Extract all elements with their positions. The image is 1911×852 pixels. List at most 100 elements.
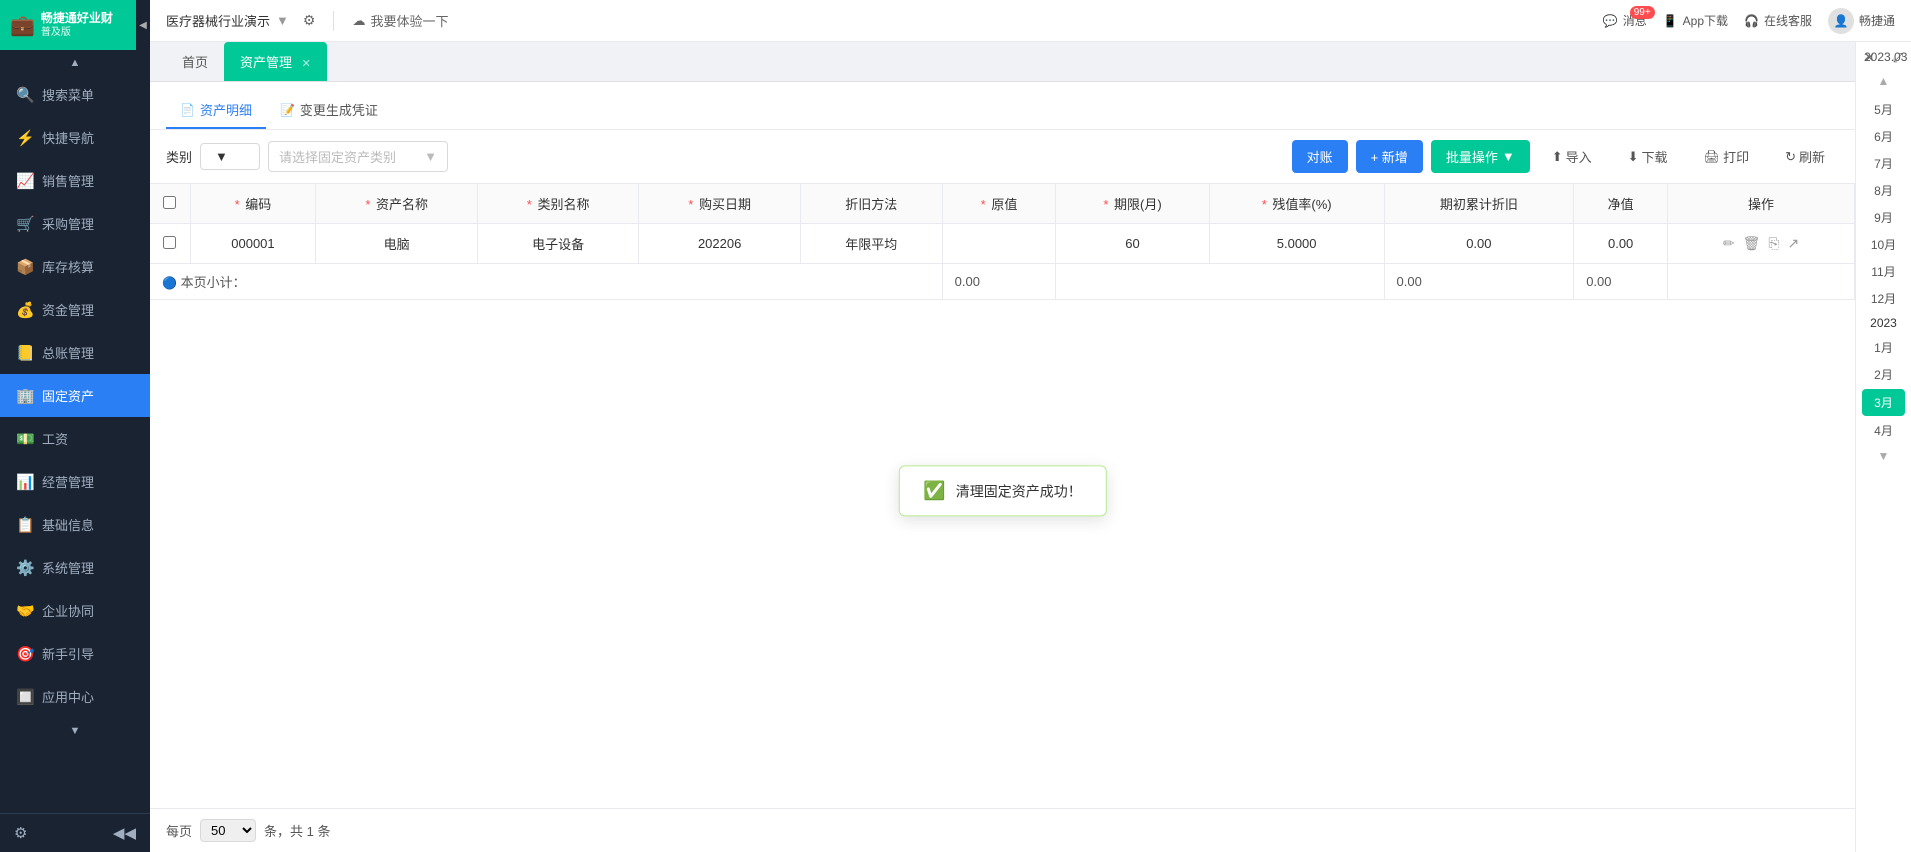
month-5[interactable]: 5月 [1856, 96, 1911, 123]
per-page-label: 每页 [166, 821, 192, 840]
copy-icon[interactable]: ⎘ [1768, 235, 1779, 252]
refresh-button[interactable]: ↻ 刷新 [1771, 141, 1839, 172]
header-name: * 资产名称 [316, 184, 477, 224]
sidebar-item-label: 新手引导 [42, 644, 94, 663]
sidebar-item-label: 基础信息 [42, 515, 94, 534]
more-icon[interactable]: ↗ [1788, 235, 1800, 252]
delete-icon[interactable]: 🗑 [1743, 235, 1761, 252]
avatar: 👤 [1828, 8, 1854, 34]
month-11[interactable]: 11月 [1856, 258, 1911, 285]
app-download-button[interactable]: 📱 App下载 [1663, 12, 1728, 29]
row-checkbox[interactable] [163, 236, 176, 249]
toolbar: 类别 ▼ 请选择固定资产类别 ▼ 对账 [150, 130, 1855, 184]
month-2[interactable]: 2月 [1856, 361, 1911, 388]
sidebar-item-operations[interactable]: 📊 经营管理 [0, 460, 150, 503]
messages-badge: 99+ [1630, 6, 1655, 19]
sidebar-scroll-up[interactable]: ▲ [0, 50, 150, 73]
category-input[interactable]: 请选择固定资产类别 ▼ [268, 141, 448, 172]
subtotal-actions-empty [1668, 264, 1855, 300]
home-tab-label: 首页 [182, 55, 208, 70]
toast-text: 清理固定资产成功！ [956, 481, 1082, 501]
tab-close-icon[interactable]: ✕ [302, 58, 311, 70]
sidebar-item-label: 搜索菜单 [42, 85, 94, 104]
sidebar-item-enterprise[interactable]: 🤝 企业协同 [0, 589, 150, 632]
sub-tab-asset-detail-label: 资产明细 [200, 100, 252, 119]
import-button[interactable]: ⬆ 导入 [1538, 141, 1606, 172]
company-selector[interactable]: 医疗器械行业演示 ▼ [166, 11, 289, 30]
month-1[interactable]: 1月 [1856, 334, 1911, 361]
sub-tab-change-voucher[interactable]: 📝 变更生成凭证 [266, 92, 392, 129]
month-12[interactable]: 12月 [1856, 285, 1911, 312]
action-icons: ✏ 🗑 ⎘ ↗ [1680, 235, 1842, 252]
customer-service-label: 在线客服 [1764, 12, 1812, 29]
message-icon: 💬 [1603, 14, 1618, 28]
sidebar-item-guide[interactable]: 🎯 新手引导 [0, 632, 150, 675]
print-button[interactable]: 🖨 打印 [1690, 141, 1764, 172]
sidebar-item-quick-nav[interactable]: ⚡ 快捷导航 [0, 116, 150, 159]
experience-button[interactable]: ☁ 我要体验一下 [352, 11, 448, 30]
tab-asset-management[interactable]: 资产管理 ✕ [224, 42, 327, 81]
refresh-icon: ↻ [1785, 149, 1796, 165]
per-page-select[interactable]: 10 20 50 100 [200, 819, 256, 842]
sidebar-item-ledger[interactable]: 📒 总账管理 [0, 331, 150, 374]
month-8[interactable]: 8月 [1856, 177, 1911, 204]
new-button[interactable]: + 新增 [1356, 140, 1423, 173]
sidebar-scroll-down[interactable]: ▼ [0, 718, 150, 741]
sidebar-item-payroll[interactable]: 💵 工资 [0, 417, 150, 460]
month-3-current[interactable]: 3月 [1862, 389, 1905, 416]
category-filter-label: 类别 [166, 147, 192, 166]
sidebar-item-label: 固定资产 [42, 386, 94, 405]
select-all-checkbox[interactable] [163, 196, 176, 209]
category-filter-select[interactable]: ▼ [200, 143, 260, 170]
sidebar-item-system[interactable]: ⚙️ 系统管理 [0, 546, 150, 589]
month-6[interactable]: 6月 [1856, 123, 1911, 150]
batch-ops-button[interactable]: 批量操作 ▼ [1431, 140, 1530, 173]
toolbar-right: 对账 + 新增 批量操作 ▼ ⬆ 导入 [1292, 140, 1839, 173]
month-9[interactable]: 9月 [1856, 204, 1911, 231]
topbar-divider [333, 11, 334, 31]
right-panel-header: ✕ 2023.03 ⤢ [1856, 50, 1911, 64]
fixed-assets-icon: 🏢 [16, 387, 34, 405]
row-purchase-date: 202206 [639, 224, 800, 264]
customer-service-button[interactable]: 🎧 在线客服 [1744, 12, 1812, 29]
base-info-icon: 📋 [16, 516, 34, 534]
right-panel-expand-icon[interactable]: ⤢ [1893, 50, 1903, 66]
messages-button[interactable]: 💬 消息 99+ [1603, 12, 1647, 29]
sidebar-item-search[interactable]: 🔍 搜索菜单 [0, 73, 150, 116]
ledger-icon: 📒 [16, 344, 34, 362]
sidebar-item-inventory[interactable]: 📦 库存核算 [0, 245, 150, 288]
company-settings-icon[interactable]: ⚙ [303, 12, 316, 29]
tab-bar: 首页 资产管理 ✕ [150, 42, 1855, 82]
sidebar-item-label: 采购管理 [42, 214, 94, 233]
row-code: 000001 [190, 224, 316, 264]
subtotal-net-value: 0.00 [1574, 264, 1668, 300]
sidebar-item-fund[interactable]: 💰 资金管理 [0, 288, 150, 331]
sidebar-item-app-center[interactable]: 🔲 应用中心 [0, 675, 150, 718]
reconcile-button[interactable]: 对账 [1292, 140, 1348, 173]
right-panel-close-icon[interactable]: ✕ [1864, 50, 1875, 66]
sales-icon: 📈 [16, 172, 34, 190]
tab-home[interactable]: 首页 [166, 42, 224, 81]
sidebar-item-purchase[interactable]: 🛒 采购管理 [0, 202, 150, 245]
sidebar-item-sales[interactable]: 📈 销售管理 [0, 159, 150, 202]
table-header-row: * 编码 * 资产名称 * 类别名称 [150, 184, 1855, 224]
sidebar-bottom-bar: ⚙ ◀◀ [0, 813, 150, 852]
download-button[interactable]: ⬇ 下载 [1614, 141, 1682, 172]
header-category: * 类别名称 [477, 184, 638, 224]
settings-icon[interactable]: ⚙ [14, 824, 27, 842]
app-download-label: App下载 [1683, 12, 1728, 29]
right-panel-scroll-up[interactable]: ▲ [1878, 70, 1890, 92]
month-4[interactable]: 4月 [1856, 417, 1911, 444]
user-menu[interactable]: 👤 畅捷通 [1828, 8, 1895, 34]
sidebar-item-base-info[interactable]: 📋 基础信息 [0, 503, 150, 546]
subtotal-icon: 🔵 [162, 276, 177, 290]
month-7[interactable]: 7月 [1856, 150, 1911, 177]
sidebar-item-label: 系统管理 [42, 558, 94, 577]
month-10[interactable]: 10月 [1856, 231, 1911, 258]
header-residual-rate: * 残值率(%) [1209, 184, 1384, 224]
right-panel-scroll-down[interactable]: ▼ [1878, 444, 1890, 467]
sidebar-item-fixed-assets[interactable]: 🏢 固定资产 [0, 374, 150, 417]
sub-tab-asset-detail[interactable]: 📄 资产明细 [166, 92, 266, 129]
collapse-icon[interactable]: ◀◀ [113, 824, 136, 842]
edit-icon[interactable]: ✏ [1723, 235, 1735, 252]
